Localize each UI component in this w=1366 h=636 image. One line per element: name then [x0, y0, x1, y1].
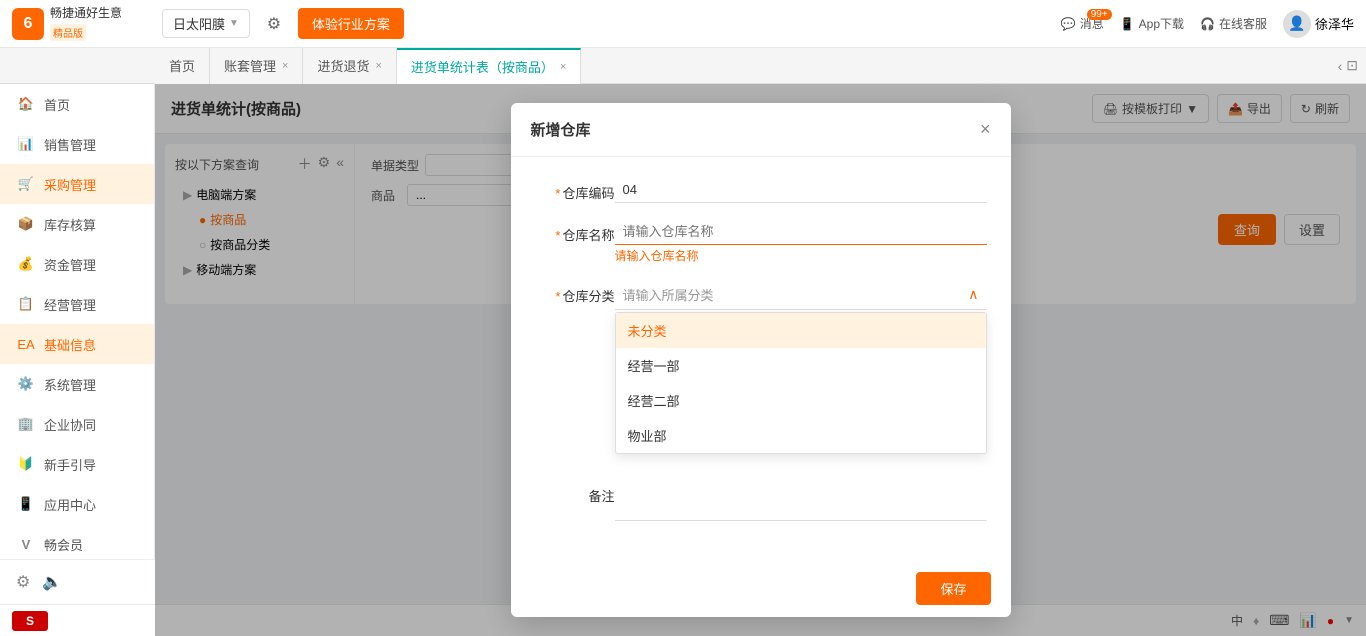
dropdown-item-dept1[interactable]: 经营一部	[616, 348, 986, 383]
name-input[interactable]	[615, 219, 987, 245]
finance-icon: 💰	[16, 254, 36, 274]
content-area: 进货单统计(按商品) 🖨 按模板打印 ▼ 📤 导出 ↻ 刷新	[155, 84, 1366, 636]
sidebar-bottom-tools: ⚙ 🔈	[0, 566, 155, 598]
sales-icon: 📊	[16, 134, 36, 154]
sidebar: 🏠 首页 📊 销售管理 🛒 采购管理 📦 库存核算 💰 资金管理 📋 经营管理 …	[0, 84, 155, 636]
modal-title: 新增仓库	[531, 119, 591, 140]
logo-icon: 6	[12, 8, 44, 40]
operation-icon: 📋	[16, 294, 36, 314]
sidebar-item-basic[interactable]: EA 基础信息	[0, 324, 154, 364]
settings-button[interactable]: ⚙	[258, 8, 290, 40]
sidebar-item-finance[interactable]: 💰 资金管理	[0, 244, 154, 284]
save-button[interactable]: 保存	[916, 572, 990, 605]
message-item[interactable]: 💬 消息 99+	[1061, 15, 1104, 32]
message-icon: 💬	[1061, 17, 1076, 31]
name-field: 请输入仓库名称	[615, 219, 987, 264]
dropdown-item-dept3[interactable]: 物业部	[616, 418, 986, 453]
top-header: 6 畅捷通好生意 精品版 日太阳膜 ▼ ⚙ 体验行业方案 💬 消息 99+ 📱 …	[0, 0, 1366, 48]
tab-bar: 首页 账套管理 × 进货退货 × 进货单统计表（按商品） × ‹ ⊡	[0, 48, 1366, 84]
apps-icon: 📱	[16, 494, 36, 514]
category-dropdown: 未分类 经营一部 经营二部 物业部	[615, 312, 987, 454]
s-logo: S	[12, 611, 48, 631]
sidebar-item-operation[interactable]: 📋 经营管理	[0, 284, 154, 324]
online-service-item[interactable]: 🎧 在线客服	[1200, 15, 1267, 32]
modal-overlay: 新增仓库 × 仓库编码 仓库名称	[155, 84, 1366, 636]
category-label: 仓库分类	[535, 280, 615, 305]
sidebar-item-sales[interactable]: 📊 销售管理	[0, 124, 154, 164]
tab-purchase-return[interactable]: 进货退货 ×	[303, 48, 396, 84]
code-input[interactable]	[615, 177, 987, 203]
headset-icon: 🎧	[1200, 17, 1215, 31]
app-download-item[interactable]: 📱 App下载	[1120, 15, 1184, 32]
speaker-icon[interactable]: 🔈	[42, 572, 62, 592]
modal-body: 仓库编码 仓库名称 请输入仓库名称	[511, 157, 1011, 560]
store-selector[interactable]: 日太阳膜 ▼	[162, 9, 250, 38]
form-row-category: 仓库分类 请输入所属分类 ∧ 未分类 经营一部 经营二部 物业	[535, 280, 987, 310]
mobile-icon: 📱	[1120, 17, 1135, 31]
sidebar-item-purchase[interactable]: 🛒 采购管理	[0, 164, 154, 204]
new-warehouse-modal: 新增仓库 × 仓库编码 仓库名称	[511, 103, 1011, 617]
modal-footer: 保存	[511, 560, 1011, 617]
sidebar-item-home[interactable]: 🏠 首页	[0, 84, 154, 124]
sidebar-item-member[interactable]: V 畅会员	[0, 524, 154, 564]
purchase-icon: 🛒	[16, 174, 36, 194]
header-right: 💬 消息 99+ 📱 App下载 🎧 在线客服 👤 徐泽华	[1061, 10, 1354, 38]
sidebar-item-apps[interactable]: 📱 应用中心	[0, 484, 154, 524]
tab-close-stats[interactable]: ×	[560, 61, 566, 73]
form-row-code: 仓库编码	[535, 177, 987, 203]
code-field	[615, 177, 987, 203]
code-label: 仓库编码	[535, 177, 615, 202]
sidebar-item-guide[interactable]: 🔰 新手引导	[0, 444, 154, 484]
tab-account[interactable]: 账套管理 ×	[210, 48, 303, 84]
sidebar-item-enterprise[interactable]: 🏢 企业协同	[0, 404, 154, 444]
form-row-remark: 备注	[535, 480, 987, 524]
header-middle: 日太阳膜 ▼ ⚙ 体验行业方案	[162, 8, 1061, 40]
category-select[interactable]: 请输入所属分类 ∧	[615, 280, 987, 310]
system-icon: ⚙️	[16, 374, 36, 394]
avatar: 👤	[1283, 10, 1311, 38]
enterprise-icon: 🏢	[16, 414, 36, 434]
dropdown-item-dept2[interactable]: 经营二部	[616, 383, 986, 418]
remark-field	[615, 480, 987, 524]
modal-header: 新增仓库 ×	[511, 103, 1011, 157]
inventory-icon: 📦	[16, 214, 36, 234]
logo-text: 畅捷通好生意 精品版	[50, 6, 122, 41]
guide-icon: 🔰	[16, 454, 36, 474]
tab-purchase-stats[interactable]: 进货单统计表（按商品） ×	[397, 48, 581, 84]
modal-close-button[interactable]: ×	[980, 119, 991, 140]
basic-icon: EA	[16, 334, 36, 354]
remark-label: 备注	[535, 480, 615, 505]
tab-home[interactable]: 首页	[155, 48, 210, 84]
home-icon: 🏠	[16, 94, 36, 114]
select-up-arrow-icon: ∧	[968, 286, 978, 303]
dropdown-arrow-icon: ▼	[229, 18, 239, 29]
tab-prev-button[interactable]: ‹	[1338, 58, 1343, 74]
name-error-message: 请输入仓库名称	[615, 247, 987, 264]
sidebar-item-system[interactable]: ⚙️ 系统管理	[0, 364, 154, 404]
tab-next-button[interactable]: ⊡	[1346, 57, 1358, 74]
try-industry-button[interactable]: 体验行业方案	[298, 8, 404, 39]
logo-area: 6 畅捷通好生意 精品版	[12, 6, 162, 41]
dropdown-item-uncategorized[interactable]: 未分类	[616, 313, 986, 348]
category-field: 请输入所属分类 ∧ 未分类 经营一部 经营二部 物业部	[615, 280, 987, 310]
tab-close-account[interactable]: ×	[282, 60, 288, 72]
tab-close-return[interactable]: ×	[375, 60, 381, 72]
main-layout: 🏠 首页 📊 销售管理 🛒 采购管理 📦 库存核算 💰 资金管理 📋 经营管理 …	[0, 84, 1366, 636]
name-label: 仓库名称	[535, 219, 615, 244]
tab-actions: ‹ ⊡	[1330, 57, 1366, 74]
status-left: S	[12, 611, 48, 631]
member-icon: V	[16, 534, 36, 554]
user-avatar-area[interactable]: 👤 徐泽华	[1283, 10, 1354, 38]
settings-gear-icon[interactable]: ⚙	[16, 572, 30, 592]
sidebar-item-inventory[interactable]: 📦 库存核算	[0, 204, 154, 244]
form-row-name: 仓库名称 请输入仓库名称	[535, 219, 987, 264]
sidebar-bottom: ⚙ 🔈	[0, 559, 155, 604]
remark-input[interactable]	[615, 480, 987, 521]
